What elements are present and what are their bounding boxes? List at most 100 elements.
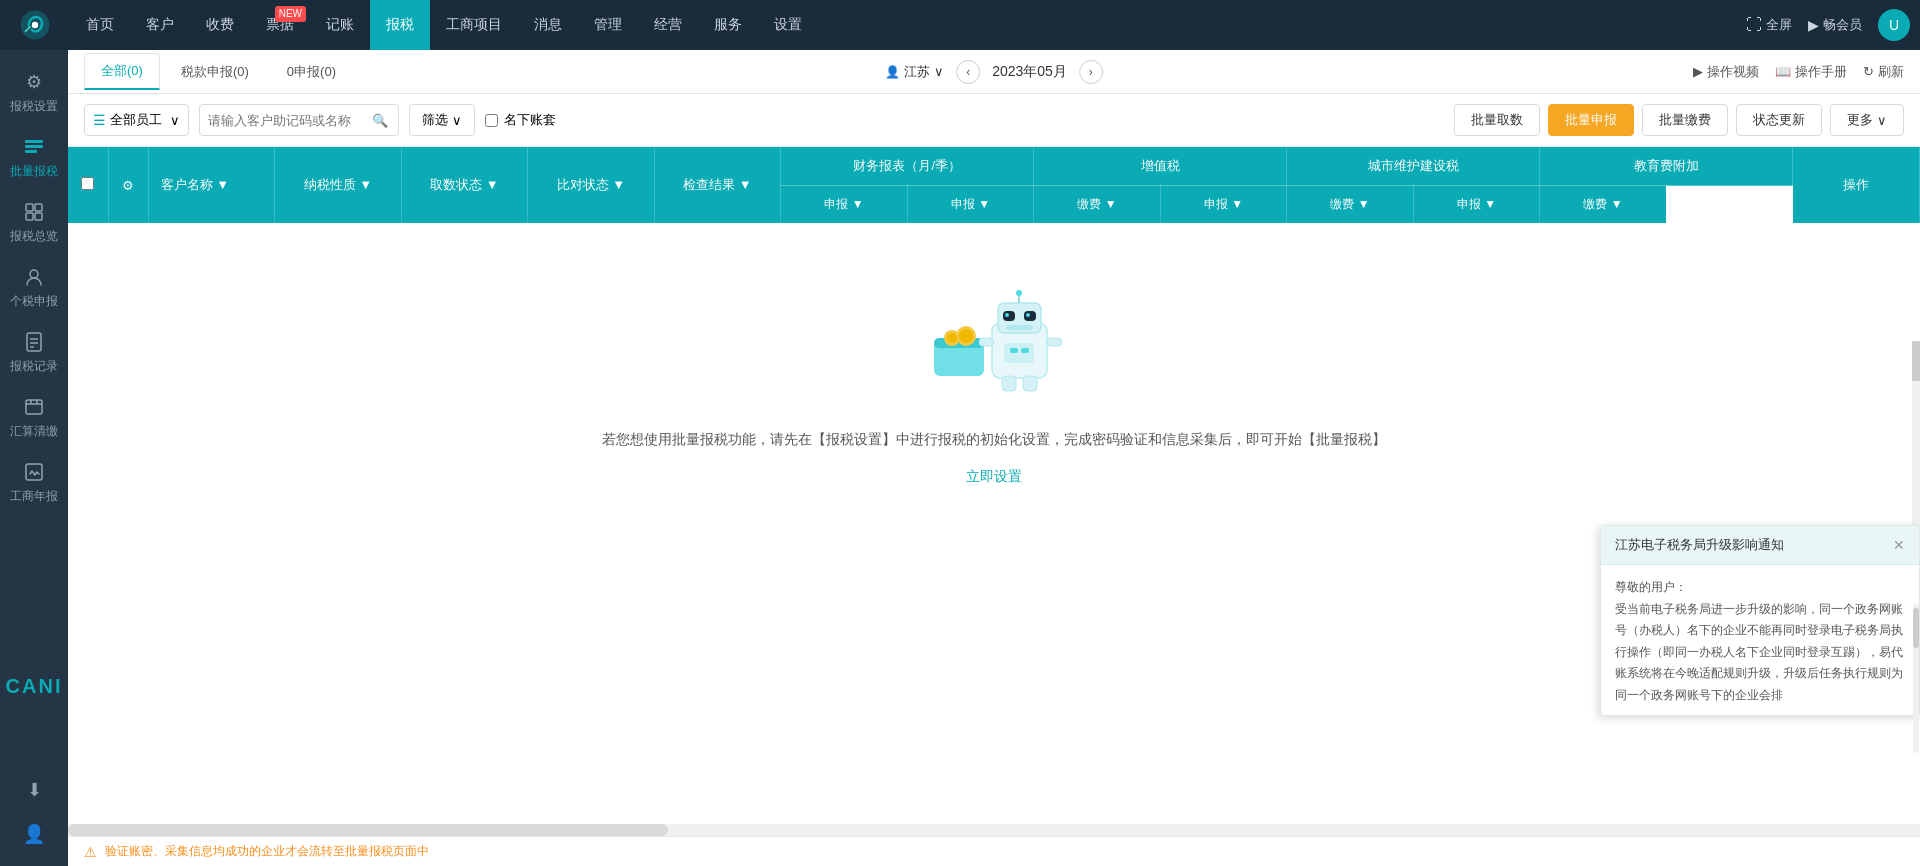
fullscreen-btn[interactable]: ⛶ 全屏 [1746,16,1792,34]
th-tax-nature[interactable]: 纳税性质 ▼ [275,147,402,223]
account-checkbox[interactable] [485,114,498,127]
notification-scrollbar-thumb[interactable] [1913,608,1919,648]
region-selector[interactable]: 👤 江苏 ∨ [885,63,944,81]
nav-settings[interactable]: 设置 [758,0,818,50]
batch-pay-btn[interactable]: 批量缴费 [1642,104,1728,136]
sidebar-item-annual-report[interactable]: 工商年报 [0,450,68,515]
svg-rect-39 [1010,348,1018,353]
notification-close-btn[interactable]: ✕ [1893,537,1905,553]
batch-fetch-btn[interactable]: 批量取数 [1454,104,1540,136]
tab-all[interactable]: 全部(0) [84,53,160,90]
search-icon[interactable]: 🔍 [372,113,388,128]
sidebar-item-batch-tax[interactable]: 批量报税 [0,125,68,190]
warning-icon: ⚠ [84,844,97,860]
th-customer-name[interactable]: 客户名称 ▼ [148,147,275,223]
current-month: 2023年05月 [992,63,1067,81]
staff-selector[interactable]: ☰ 全部员工 ∨ [84,104,189,136]
nav-service[interactable]: 服务 [698,0,758,50]
search-input[interactable] [208,113,368,128]
sidebar-download[interactable]: ⬇ [0,768,68,812]
svg-point-24 [947,333,957,343]
tax-overview-icon [22,200,46,224]
th-fetch-status[interactable]: 取数状态 ▼ [401,147,528,223]
svg-rect-30 [1024,311,1036,321]
tab-tax-declare[interactable]: 税款申报(0) [164,54,266,89]
user-avatar[interactable]: U [1878,9,1910,41]
nav-menu: 首页 客户 收费 票据 NEW 记账 报税 工商项目 消息 管理 经营 服务 设… [70,0,1746,50]
th-operation: 操作 [1793,147,1920,223]
nav-home[interactable]: 首页 [70,0,130,50]
nav-customer[interactable]: 客户 [130,0,190,50]
nav-operate[interactable]: 经营 [638,0,698,50]
sidebar-item-tax-overview[interactable]: 报税总览 [0,190,68,255]
nav-tax[interactable]: 报税 [370,0,430,50]
app-logo[interactable] [10,5,60,45]
th-fr-declare[interactable]: 申报 ▼ [781,186,908,224]
sidebar-user[interactable]: 👤 [0,812,68,856]
th-edu-pay[interactable]: 缴费 ▼ [1540,186,1667,224]
status-text: 验证账密、采集信息均成功的企业才会流转至批量报税页面中 [105,843,429,860]
search-box[interactable]: 🔍 [199,104,399,136]
next-month-btn[interactable]: › [1079,60,1103,84]
svg-rect-2 [25,140,43,143]
notification-header: 江苏电子税务局升级影响通知 ✕ [1601,526,1919,565]
notification-text: 尊敬的用户： [1615,580,1687,594]
tax-records-icon [22,330,46,354]
svg-rect-35 [1047,338,1062,346]
empty-description: 若您想使用批量报税功能，请先在【报税设置】中进行报税的初始化设置，完成密码验证和… [602,427,1386,452]
filter-button[interactable]: 筛选 ∨ [409,104,475,136]
svg-rect-37 [1023,376,1037,391]
svg-rect-8 [35,213,42,220]
settlement-icon [22,395,46,419]
prev-month-btn[interactable]: ‹ [956,60,980,84]
th-city-pay[interactable]: 缴费 ▼ [1287,186,1414,224]
nav-manage[interactable]: 管理 [578,0,638,50]
right-scrollbar-thumb[interactable] [1912,341,1920,381]
nav-invoice[interactable]: 票据 NEW [250,0,310,50]
sidebar-item-tax-settings[interactable]: ⚙ 报税设置 [0,60,68,125]
svg-rect-38 [1004,343,1034,363]
th-vat-pay[interactable]: 缴费 ▼ [1034,186,1161,224]
bottom-scrollbar-thumb[interactable] [68,824,668,836]
sidebar-item-personal-tax[interactable]: 个税申报 [0,255,68,320]
nav-bookkeeping[interactable]: 记账 [310,0,370,50]
member-btn[interactable]: ▶ 畅会员 [1808,16,1862,34]
tab-zero-declare[interactable]: 0申报(0) [270,54,353,89]
bottom-scrollbar[interactable] [68,824,1920,836]
setup-link[interactable]: 立即设置 [966,468,1022,486]
svg-rect-31 [1005,313,1009,317]
tax-settings-icon: ⚙ [22,70,46,94]
th-compare-status[interactable]: 比对状态 ▼ [528,147,655,223]
content-area: 全部(0) 税款申报(0) 0申报(0) 👤 江苏 ∨ ‹ 2023年05月 › [68,50,1920,866]
svg-rect-4 [25,150,37,153]
more-btn[interactable]: 更多 ∨ [1830,104,1904,136]
th-vat: 增值税 [1034,147,1287,186]
sidebar-item-settlement[interactable]: 汇算清缴 [0,385,68,450]
nav-fee[interactable]: 收费 [190,0,250,50]
svg-rect-29 [1003,311,1015,321]
operation-manual-btn[interactable]: 📖 操作手册 [1775,63,1847,81]
refresh-btn[interactable]: ↻ 刷新 [1863,63,1904,81]
notification-scrollbar[interactable] [1913,603,1919,753]
sidebar-item-tax-records[interactable]: 报税记录 [0,320,68,385]
th-vat-declare[interactable]: 申报 ▼ [907,186,1034,224]
more-dropdown-icon: ∨ [1877,113,1887,128]
operation-video-btn[interactable]: ▶ 操作视频 [1693,63,1759,81]
th-city-tax: 城市维护建设税 [1287,147,1540,186]
select-all-checkbox[interactable] [81,177,94,190]
svg-point-9 [30,270,38,278]
download-icon: ⬇ [22,778,46,802]
th-gear[interactable]: ⚙ [108,147,148,223]
th-check-result[interactable]: 检查结果 ▼ [654,147,781,223]
batch-report-btn[interactable]: 批量申报 [1548,104,1634,136]
th-edu-declare[interactable]: 申报 ▼ [1413,186,1540,224]
toolbar-right: 批量取数 批量申报 批量缴费 状态更新 更多 ∨ [1454,104,1904,136]
svg-rect-6 [35,204,42,211]
th-city-declare[interactable]: 申报 ▼ [1160,186,1287,224]
new-badge: NEW [275,6,306,22]
svg-point-1 [32,22,38,28]
status-update-btn[interactable]: 状态更新 [1736,104,1822,136]
nav-message[interactable]: 消息 [518,0,578,50]
account-checkbox-label[interactable]: 名下账套 [485,111,556,129]
nav-commerce[interactable]: 工商项目 [430,0,518,50]
